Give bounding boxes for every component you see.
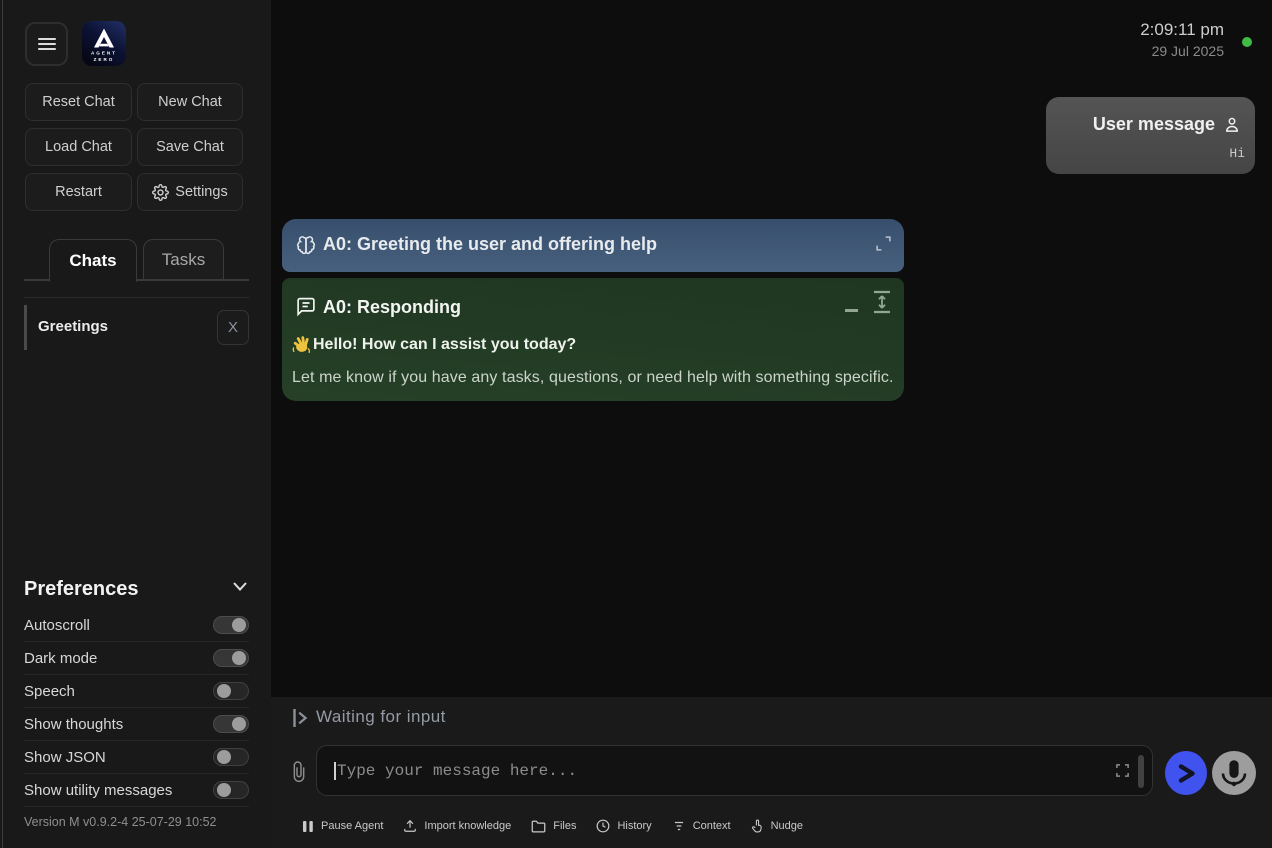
svg-text:AGENT: AGENT (91, 51, 117, 56)
svg-text:ZERO: ZERO (94, 57, 115, 62)
